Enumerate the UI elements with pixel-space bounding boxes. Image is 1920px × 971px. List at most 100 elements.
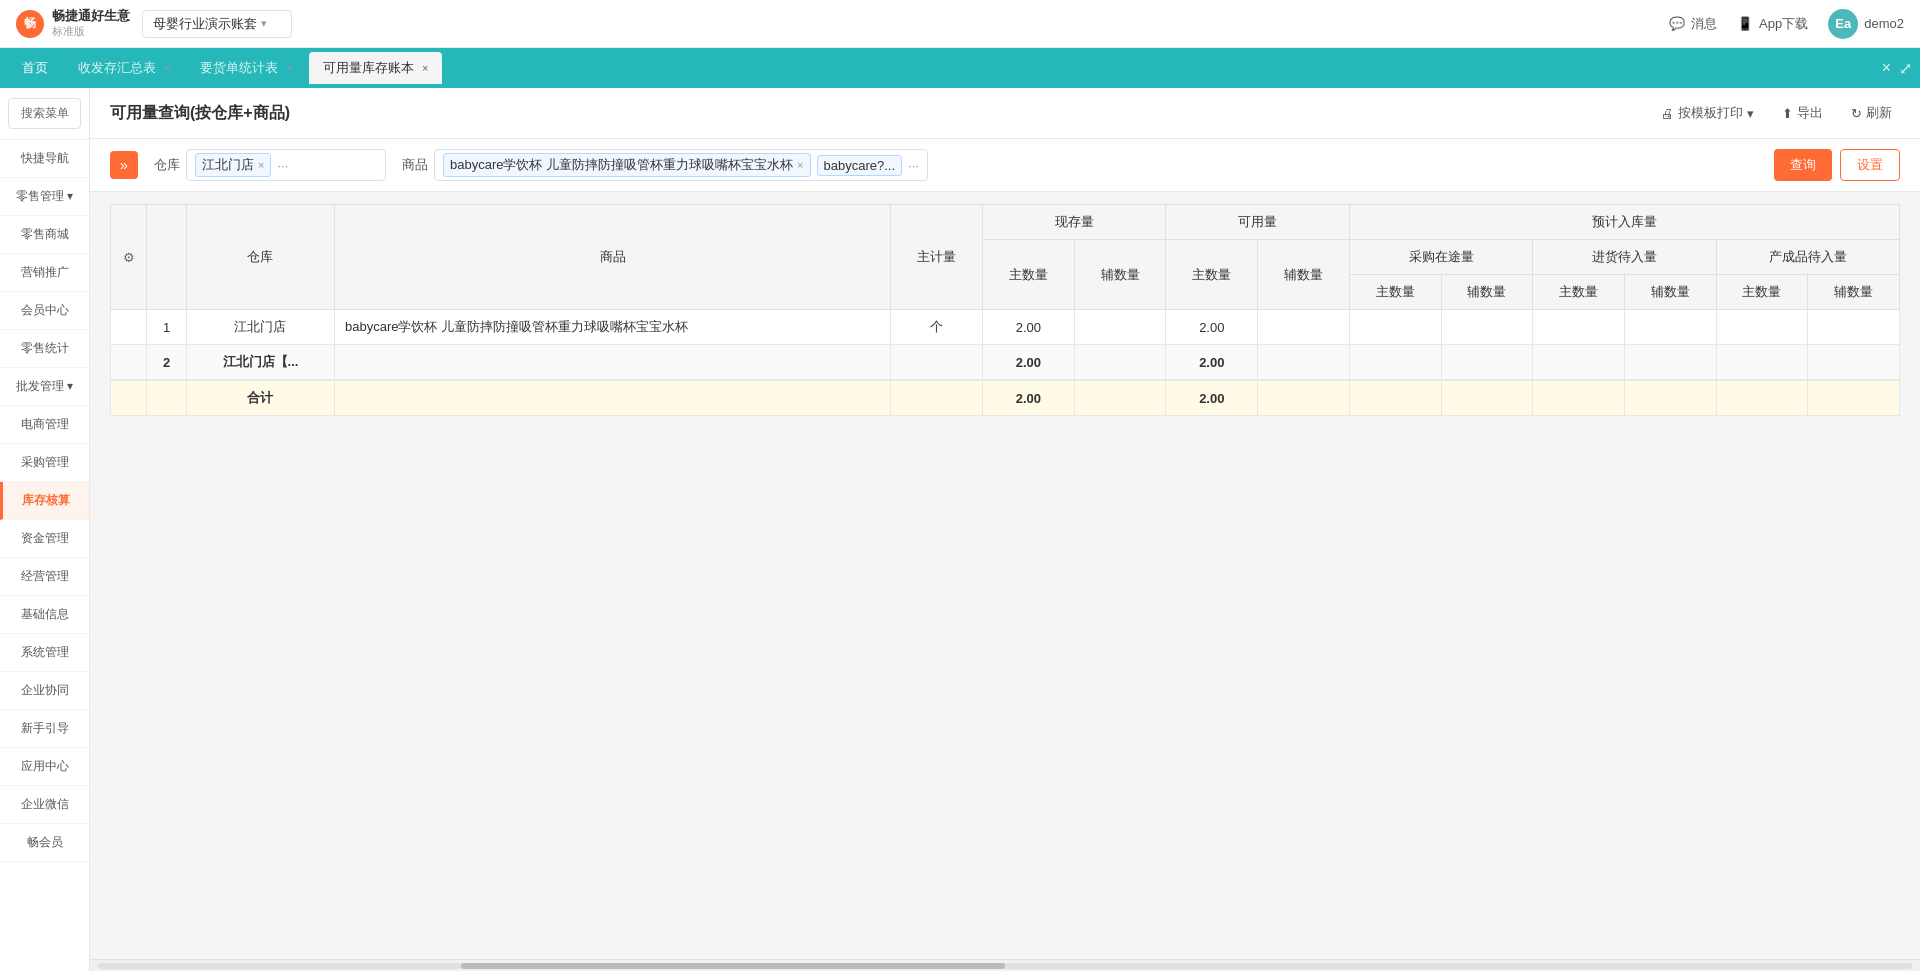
product-tag-1-close[interactable]: × [797,159,803,171]
tab-order-stats[interactable]: 要货单统计表 × [186,52,306,84]
horizontal-scrollbar[interactable] [98,963,1912,969]
sidebar-search-area: 搜索菜单 [0,88,89,140]
scroll-bar-area [90,959,1920,971]
product-col-header: 商品 [334,205,890,310]
sidebar-item-ecommerce-mgmt[interactable]: 电商管理 [0,406,89,444]
row-current-main-qty: 2.00 [983,345,1075,381]
summary-purchase-transit-aux [1441,380,1533,416]
row-available-main-qty: 2.00 [1166,345,1258,381]
finished-pending-header: 产成品待入量 [1716,240,1899,275]
table-row: 1 江北门店 babycare学饮杯 儿童防摔防撞吸管杯重力球吸嘴杯宝宝水杯 个… [111,310,1900,345]
summary-inbound-pending-aux [1624,380,1716,416]
summary-inbound-pending-main [1533,380,1625,416]
sidebar-item-enterprise-wechat[interactable]: 企业微信 [0,786,89,824]
inbound-pending-aux-header: 辅数量 [1624,275,1716,310]
row-available-aux-qty [1258,310,1350,345]
top-bar-right: 💬 消息 📱 App下载 Ea demo2 [1669,9,1904,39]
row-current-aux-qty [1074,310,1166,345]
table-settings-icon[interactable]: ⚙ [123,250,135,265]
sidebar-item-system-mgmt[interactable]: 系统管理 [0,634,89,672]
settings-col-header: ⚙ [111,205,147,310]
sidebar: 搜索菜单 快捷导航 零售管理 ▾ 零售商城 营销推广 会员中心 零售统计 批发管… [0,88,90,971]
product-tag-container[interactable]: babycare学饮杯 儿童防摔防撞吸管杯重力球吸嘴杯宝宝水杯 × babyca… [434,149,928,181]
query-button[interactable]: 查询 [1774,149,1832,181]
sidebar-item-member-center[interactable]: 会员中心 [0,292,89,330]
print-template-button[interactable]: 🖨 按模板打印 ▾ [1653,100,1762,126]
warehouse-tag: 江北门店 × [195,153,271,177]
sidebar-item-app-center[interactable]: 应用中心 [0,748,89,786]
row-inbound-pending-main [1533,310,1625,345]
sidebar-item-enterprise-collab[interactable]: 企业协同 [0,672,89,710]
summary-label: 合计 [187,380,335,416]
download-icon: 📱 [1737,16,1753,31]
row-finished-pending-aux [1808,345,1900,381]
row-purchase-transit-main [1349,345,1441,381]
sidebar-item-ops-mgmt[interactable]: 经营管理 [0,558,89,596]
warehouse-tag-container[interactable]: 江北门店 × ··· [186,149,386,181]
warehouse-label: 仓库 [154,156,180,174]
summary-unit [891,380,983,416]
warehouse-tag-close[interactable]: × [258,159,264,171]
app-info: 畅捷通好生意 标准版 [52,8,130,39]
tab-available-stock-close[interactable]: × [422,62,428,74]
summary-settings [111,380,147,416]
tab-available-stock[interactable]: 可用量库存账本 × [309,52,442,84]
sidebar-item-purchase-mgmt[interactable]: 采购管理 [0,444,89,482]
product-more-button[interactable]: ··· [908,158,919,173]
message-button[interactable]: 💬 消息 [1669,15,1717,33]
row-inbound-pending-main [1533,345,1625,381]
tab-home[interactable]: 首页 [8,52,62,84]
product-label: 商品 [402,156,428,174]
sidebar-item-retail-mgmt[interactable]: 零售管理 ▾ [0,178,89,216]
export-button[interactable]: ⬆ 导出 [1774,100,1831,126]
export-icon: ⬆ [1782,106,1793,121]
app-name: 畅捷通好生意 [52,8,130,24]
tab-close-button[interactable]: × [1882,59,1891,77]
row-purchase-transit-main [1349,310,1441,345]
filter-toggle-button[interactable]: » [110,151,138,179]
tab-summary-close[interactable]: × [164,62,170,74]
top-bar-left: 畅 畅捷通好生意 标准版 母婴行业演示账套 ▾ [16,8,292,39]
sidebar-item-finance-mgmt[interactable]: 资金管理 [0,520,89,558]
inbound-pending-main-header: 主数量 [1533,275,1625,310]
tab-bar-right: × ⤢ [1882,59,1912,78]
logo-icon: 畅 [16,10,44,38]
warehouse-more-button[interactable]: ··· [277,158,288,173]
row-warehouse: 江北门店【... [187,345,335,381]
summary-current-aux-qty [1074,380,1166,416]
sidebar-item-retail-stats[interactable]: 零售统计 [0,330,89,368]
sidebar-item-retail-mall[interactable]: 零售商城 [0,216,89,254]
refresh-icon: ↻ [1851,106,1862,121]
search-menu-button[interactable]: 搜索菜单 [8,98,81,129]
scrollbar-thumb[interactable] [461,963,1005,969]
sidebar-item-basic-info[interactable]: 基础信息 [0,596,89,634]
row-available-main-qty: 2.00 [1166,310,1258,345]
tab-expand-button[interactable]: ⤢ [1899,59,1912,78]
industry-selector[interactable]: 母婴行业演示账套 ▾ [142,10,292,38]
username-label: demo2 [1864,16,1904,31]
app-sub: 标准版 [52,24,130,39]
app-download-button[interactable]: 📱 App下载 [1737,15,1808,33]
tab-home-label: 首页 [22,59,48,77]
logo-area: 畅 畅捷通好生意 标准版 [16,8,130,39]
sidebar-item-inventory-check[interactable]: 库存核算 [0,482,89,520]
row-num: 1 [147,310,187,345]
user-menu[interactable]: Ea demo2 [1828,9,1904,39]
row-finished-pending-aux [1808,310,1900,345]
sidebar-item-quick-nav[interactable]: 快捷导航 [0,140,89,178]
table-row: 2 江北门店【... 2.00 2.00 [111,345,1900,381]
sidebar-item-marketing[interactable]: 营销推广 [0,254,89,292]
avatar: Ea [1828,9,1858,39]
purchase-transit-header: 采购在途量 [1349,240,1532,275]
row-product: babycare学饮杯 儿童防摔防撞吸管杯重力球吸嘴杯宝宝水杯 [334,310,890,345]
row-finished-pending-main [1716,310,1808,345]
sidebar-item-new-guide[interactable]: 新手引导 [0,710,89,748]
tab-order-stats-close[interactable]: × [286,62,292,74]
current-main-qty-header: 主数量 [983,240,1075,310]
main-layout: 搜索菜单 快捷导航 零售管理 ▾ 零售商城 营销推广 会员中心 零售统计 批发管… [0,88,1920,971]
settings-button[interactable]: 设置 [1840,149,1900,181]
sidebar-item-wholesale-mgmt[interactable]: 批发管理 ▾ [0,368,89,406]
sidebar-item-vip-member[interactable]: 畅会员 [0,824,89,862]
tab-summary[interactable]: 收发存汇总表 × [64,52,184,84]
refresh-button[interactable]: ↻ 刷新 [1843,100,1900,126]
